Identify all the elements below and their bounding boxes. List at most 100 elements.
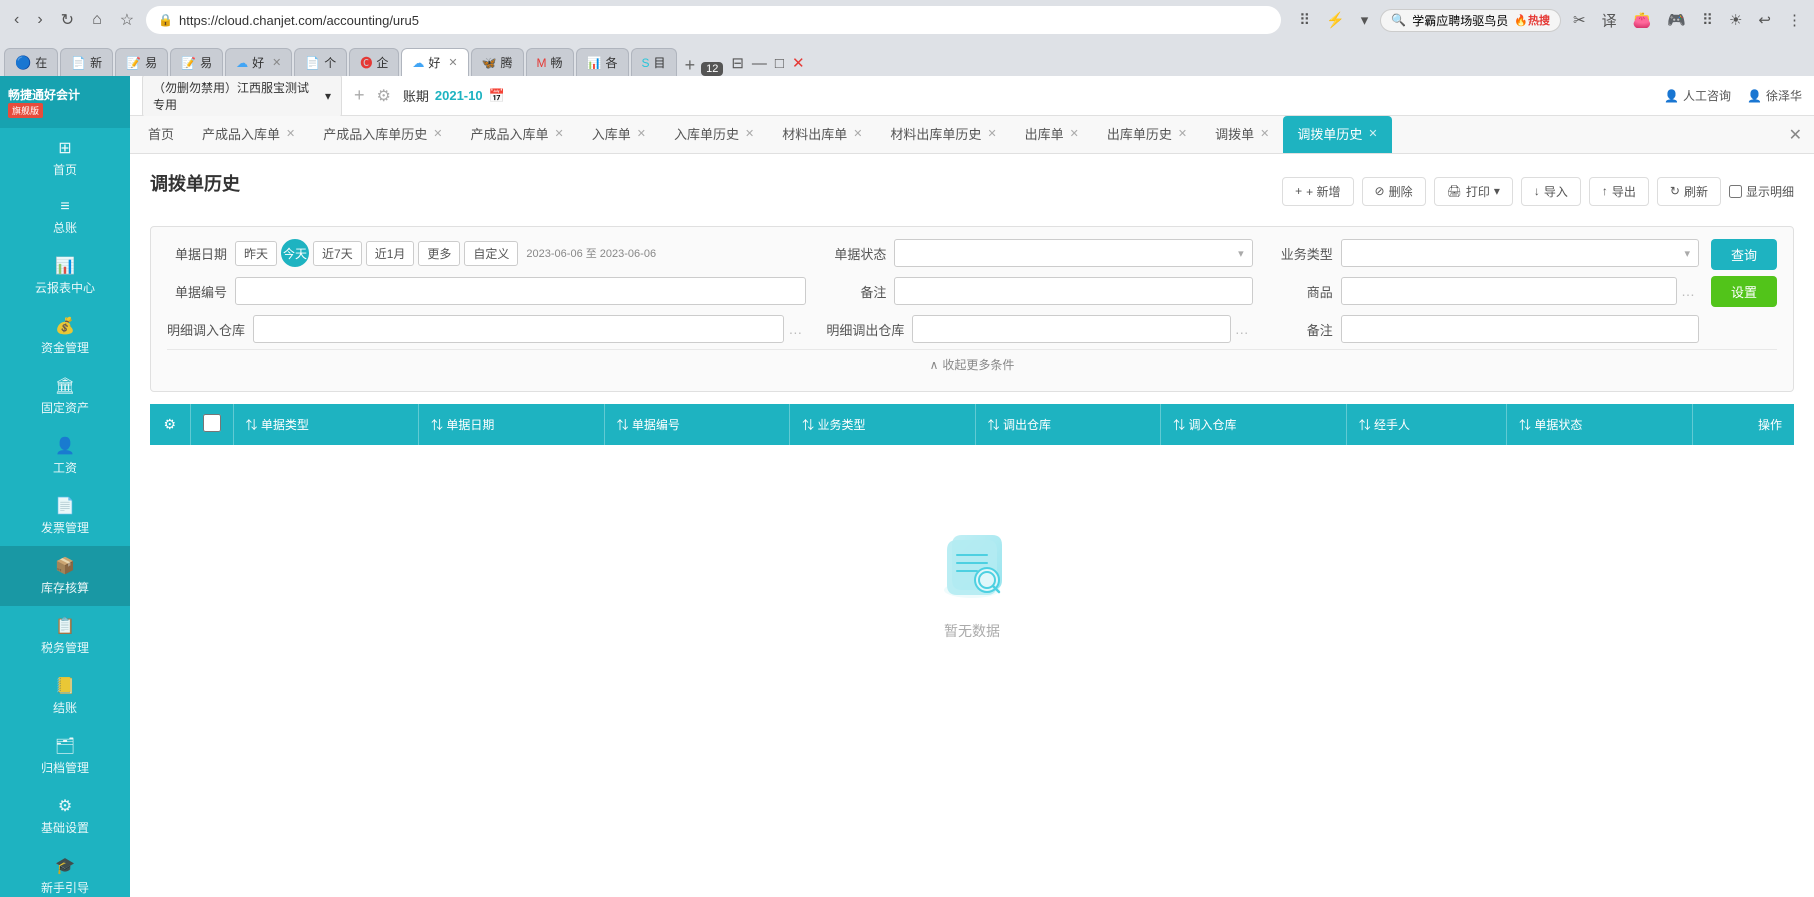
detail-in-dots[interactable]: … bbox=[784, 321, 806, 337]
translate-button[interactable]: 译 bbox=[1598, 6, 1621, 35]
sidebar-item-tax[interactable]: 📋 税务管理 bbox=[0, 606, 130, 666]
month-btn[interactable]: 近1月 bbox=[366, 241, 415, 266]
browser-tab-8[interactable]: 🦋 腾 bbox=[471, 48, 524, 76]
biz-type-select[interactable]: ▾ bbox=[1341, 239, 1699, 267]
browser-tab-3[interactable]: 📝 易 bbox=[170, 48, 223, 76]
import-button[interactable]: ↓ 导入 bbox=[1521, 177, 1581, 206]
goods-select[interactable] bbox=[1341, 277, 1677, 305]
page-tab-close-material-out-hist[interactable]: ✕ bbox=[987, 127, 996, 140]
page-tab-close-out-hist[interactable]: ✕ bbox=[1178, 127, 1187, 140]
browser-tab-0[interactable]: 🔵 在 bbox=[4, 48, 58, 76]
page-tab-product-in[interactable]: 产成品入库单 ✕ bbox=[188, 116, 309, 153]
table-header-in-warehouse[interactable]: ⇅ 调入仓库 bbox=[1161, 404, 1347, 445]
new-button[interactable]: + + 新增 bbox=[1282, 177, 1353, 206]
note-input[interactable] bbox=[1341, 315, 1699, 343]
remark-input[interactable] bbox=[894, 277, 1252, 305]
page-tab-warehouse-in[interactable]: 入库单 ✕ bbox=[578, 116, 660, 153]
extensions-button[interactable]: ⠿ bbox=[1295, 7, 1314, 33]
sidebar-item-inventory[interactable]: 📦 库存核算 bbox=[0, 546, 130, 606]
page-tab-warehouse-in-hist[interactable]: 入库单历史 ✕ bbox=[660, 116, 768, 153]
settings-btn[interactable]: 设置 bbox=[1711, 276, 1777, 307]
minimize-button[interactable]: — bbox=[748, 51, 771, 76]
page-tab-out[interactable]: 出库单 ✕ bbox=[1011, 116, 1093, 153]
tab-list-button[interactable]: ⊟ bbox=[727, 50, 748, 76]
close-window-button[interactable]: ✕ bbox=[788, 50, 809, 76]
sidebar-item-reports[interactable]: 📊 云报表中心 bbox=[0, 246, 130, 306]
tab-close-7[interactable]: ✕ bbox=[448, 56, 457, 69]
status-select[interactable]: ▾ bbox=[894, 239, 1252, 267]
page-tab-close-material-out[interactable]: ✕ bbox=[853, 127, 862, 140]
page-tab-close-warehouse-in-hist[interactable]: ✕ bbox=[745, 127, 754, 140]
grid-button[interactable]: ⠿ bbox=[1698, 7, 1717, 33]
browser-tab-1[interactable]: 📄 新 bbox=[60, 48, 113, 76]
browser-tab-10[interactable]: 📊 各 bbox=[576, 48, 629, 76]
table-header-doc-num[interactable]: ⇅ 单据编号 bbox=[604, 404, 790, 445]
page-tab-close-transfer-hist[interactable]: ✕ bbox=[1368, 127, 1377, 140]
custom-btn[interactable]: 自定义 bbox=[464, 241, 518, 266]
browser-tab-7[interactable]: ☁ 好 ✕ bbox=[401, 48, 468, 76]
sidebar-item-settings[interactable]: ⚙ 基础设置 bbox=[0, 786, 130, 846]
refresh-button[interactable]: ↻ bbox=[55, 6, 80, 34]
page-tab-close-out[interactable]: ✕ bbox=[1070, 127, 1079, 140]
company-selector[interactable]: （勿删勿禁用）江西服宝测试专用 ▾ bbox=[142, 76, 342, 118]
table-header-biz-type[interactable]: ⇅ 业务类型 bbox=[790, 404, 976, 445]
address-bar[interactable]: 🔒 https://cloud.chanjet.com/accounting/u… bbox=[146, 6, 1281, 34]
browser-tab-9[interactable]: M 畅 bbox=[526, 48, 574, 76]
browser-tab-11[interactable]: S 目 bbox=[631, 48, 677, 76]
page-tab-close-transfer[interactable]: ✕ bbox=[1260, 127, 1269, 140]
table-header-handler[interactable]: ⇅ 经手人 bbox=[1346, 404, 1506, 445]
browser-tab-6[interactable]: 🅒 企 bbox=[349, 48, 399, 76]
wallet-button[interactable]: 👛 bbox=[1629, 7, 1656, 33]
goods-dots[interactable]: … bbox=[1677, 283, 1699, 299]
lightning-button[interactable]: ⚡ bbox=[1322, 7, 1349, 33]
collapse-button[interactable]: ∧ 收起更多条件 bbox=[167, 349, 1777, 379]
menu-button[interactable]: ⋮ bbox=[1783, 7, 1806, 33]
detail-in-select[interactable] bbox=[253, 315, 784, 343]
tab-add-button[interactable]: + bbox=[679, 55, 702, 76]
page-tab-home[interactable]: 首页 bbox=[134, 116, 188, 153]
page-tab-product-in-hist[interactable]: 产成品入库单历史 ✕ bbox=[309, 116, 456, 153]
page-tab-product-in2[interactable]: 产成品入库单 ✕ bbox=[456, 116, 577, 153]
refresh-button[interactable]: ↻ 刷新 bbox=[1657, 177, 1721, 206]
page-tab-close-product-in2[interactable]: ✕ bbox=[555, 127, 564, 140]
sidebar-item-assets[interactable]: 🏛 固定资产 bbox=[0, 366, 130, 426]
sidebar-item-invoice[interactable]: 📄 发票管理 bbox=[0, 486, 130, 546]
forward-button[interactable]: › bbox=[31, 7, 48, 33]
undo-button[interactable]: ↩ bbox=[1754, 7, 1775, 33]
sidebar-item-home[interactable]: ⊞ 首页 bbox=[0, 128, 130, 188]
page-tab-close-product-in[interactable]: ✕ bbox=[286, 127, 295, 140]
page-tabs-close-all[interactable]: ✕ bbox=[1781, 121, 1810, 149]
page-tab-close-product-in-hist[interactable]: ✕ bbox=[433, 127, 442, 140]
more-btn[interactable]: 更多 bbox=[418, 241, 460, 266]
sun-button[interactable]: ☀ bbox=[1725, 7, 1746, 33]
sidebar-item-archive[interactable]: 🗂 归档管理 bbox=[0, 726, 130, 786]
detail-out-dots[interactable]: … bbox=[1231, 321, 1253, 337]
display-check-input[interactable] bbox=[1729, 185, 1742, 198]
print-button[interactable]: 🖨 打印 ▾ bbox=[1434, 177, 1513, 206]
settings-gear-button[interactable]: ⚙ bbox=[377, 86, 391, 106]
page-tab-material-out-hist[interactable]: 材料出库单历史 ✕ bbox=[876, 116, 1010, 153]
search-bar[interactable]: 🔍 学霸应聘场驱鸟员 🔥热搜 bbox=[1380, 9, 1561, 32]
maximize-button[interactable]: □ bbox=[771, 51, 788, 76]
browser-tab-4[interactable]: ☁ 好 ✕ bbox=[225, 48, 292, 76]
tab-close-4[interactable]: ✕ bbox=[272, 56, 281, 69]
user-info[interactable]: 👤 徐泽华 bbox=[1747, 87, 1802, 104]
page-tab-out-hist[interactable]: 出库单历史 ✕ bbox=[1093, 116, 1201, 153]
chevron-down-button[interactable]: ▾ bbox=[1357, 7, 1373, 33]
page-tab-transfer[interactable]: 调拨单 ✕ bbox=[1201, 116, 1283, 153]
browser-tab-5[interactable]: 📄 个 bbox=[294, 48, 347, 76]
star-button[interactable]: ☆ bbox=[114, 6, 140, 34]
gear-icon[interactable]: ⚙ bbox=[163, 416, 176, 432]
doc-num-input[interactable] bbox=[235, 277, 806, 305]
table-header-gear[interactable]: ⚙ bbox=[150, 404, 190, 445]
display-check-container[interactable]: 显示明细 bbox=[1729, 183, 1794, 200]
detail-out-select[interactable] bbox=[912, 315, 1230, 343]
table-header-doc-date[interactable]: ⇅ 单据日期 bbox=[419, 404, 605, 445]
browser-tab-2[interactable]: 📝 易 bbox=[115, 48, 168, 76]
query-button[interactable]: 查询 bbox=[1711, 239, 1777, 270]
export-button[interactable]: ↑ 导出 bbox=[1589, 177, 1649, 206]
scissors-button[interactable]: ✂ bbox=[1569, 7, 1590, 33]
table-header-doc-type[interactable]: ⇅ 单据类型 bbox=[233, 404, 419, 445]
page-tab-close-warehouse-in[interactable]: ✕ bbox=[637, 127, 646, 140]
sidebar-item-salary[interactable]: 👤 工资 bbox=[0, 426, 130, 486]
